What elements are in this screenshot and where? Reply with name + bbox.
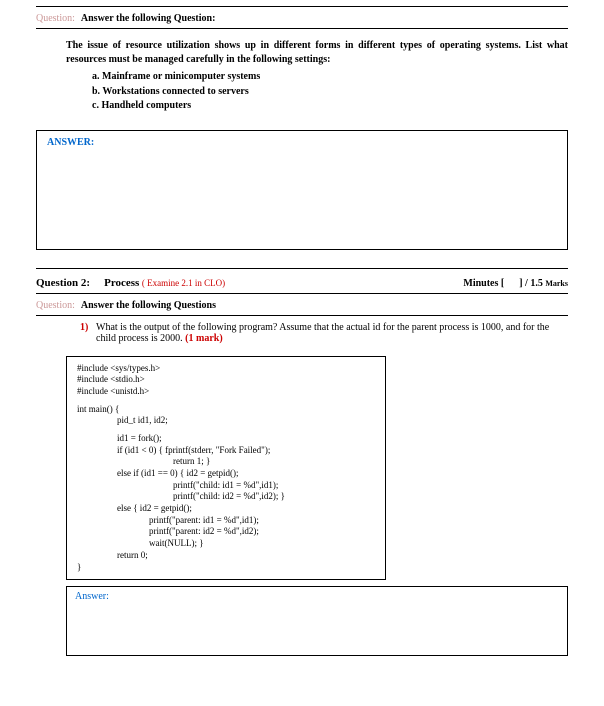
section1-heading: Answer the following Question: xyxy=(81,13,216,24)
subq1-mark: (1 mark) xyxy=(185,333,223,344)
code-line: wait(NULL); } xyxy=(77,538,375,550)
subq1-text: What is the output of the following prog… xyxy=(96,322,549,344)
answer-label-1: ANSWER: xyxy=(47,137,94,148)
section2-heading: Answer the following Questions xyxy=(81,300,216,311)
code-line: return 1; } xyxy=(77,456,375,468)
subquestion-1: 1) What is the output of the following p… xyxy=(36,316,568,350)
code-line: printf("child: id1 = %d",id1); xyxy=(77,480,375,492)
section1-header: Question: Answer the following Question: xyxy=(36,7,568,28)
question2-header: Question 2: Process ( Examine 2.1 in CLO… xyxy=(36,269,568,293)
question1-body: The issue of resource utilization shows … xyxy=(36,29,568,124)
code-line: #include <stdio.h> xyxy=(77,374,375,386)
question2-number: Question 2: xyxy=(36,277,90,289)
code-line: id1 = fork(); xyxy=(77,433,375,445)
code-line: return 0; xyxy=(77,550,375,562)
code-line: else { id2 = getpid(); xyxy=(77,503,375,515)
question1-text: The issue of resource utilization shows … xyxy=(66,39,568,66)
answer-label-2: Answer: xyxy=(75,591,109,602)
list-item-c: c. Handheld computers xyxy=(92,99,568,113)
subq1-number: 1) xyxy=(80,322,88,333)
question2-paren: ( Examine 2.1 in CLO) xyxy=(142,278,225,288)
question2-title: Process xyxy=(104,277,139,289)
answer-box-2[interactable]: Answer: xyxy=(66,586,568,656)
minutes-label: Minutes [ xyxy=(463,278,504,289)
code-line: #include <sys/types.h> xyxy=(77,363,375,375)
section2-header: Question: Answer the following Questions xyxy=(36,294,568,315)
list-item-b: b. Workstations connected to servers xyxy=(92,85,568,99)
question1-list: a. Mainframe or minicomputer systems b. … xyxy=(66,70,568,113)
minutes-close: ] / 1.5 xyxy=(519,278,543,289)
code-line: } xyxy=(77,562,375,574)
question-label: Question: xyxy=(36,300,75,311)
code-line: else if (id1 == 0) { id2 = getpid(); xyxy=(77,468,375,480)
marks-label: Marks xyxy=(545,279,568,288)
code-line: pid_t id1, id2; xyxy=(77,415,375,427)
code-line: printf("child: id2 = %d",id2); } xyxy=(77,491,375,503)
answer-box-1[interactable]: ANSWER: xyxy=(36,130,568,250)
list-item-a: a. Mainframe or minicomputer systems xyxy=(92,70,568,84)
code-line: printf("parent: id1 = %d",id1); xyxy=(77,515,375,527)
code-line: if (id1 < 0) { fprintf(stderr, "Fork Fai… xyxy=(77,445,375,457)
q2-right: Minutes [ ] / 1.5 Marks xyxy=(463,278,568,289)
code-line: printf("parent: id2 = %d",id2); xyxy=(77,526,375,538)
question-label: Question: xyxy=(36,13,75,24)
code-line: int main() { xyxy=(77,404,375,416)
q2-left: Question 2: Process ( Examine 2.1 in CLO… xyxy=(36,277,225,289)
code-line: #include <unistd.h> xyxy=(77,386,375,398)
code-box: #include <sys/types.h> #include <stdio.h… xyxy=(66,356,386,581)
